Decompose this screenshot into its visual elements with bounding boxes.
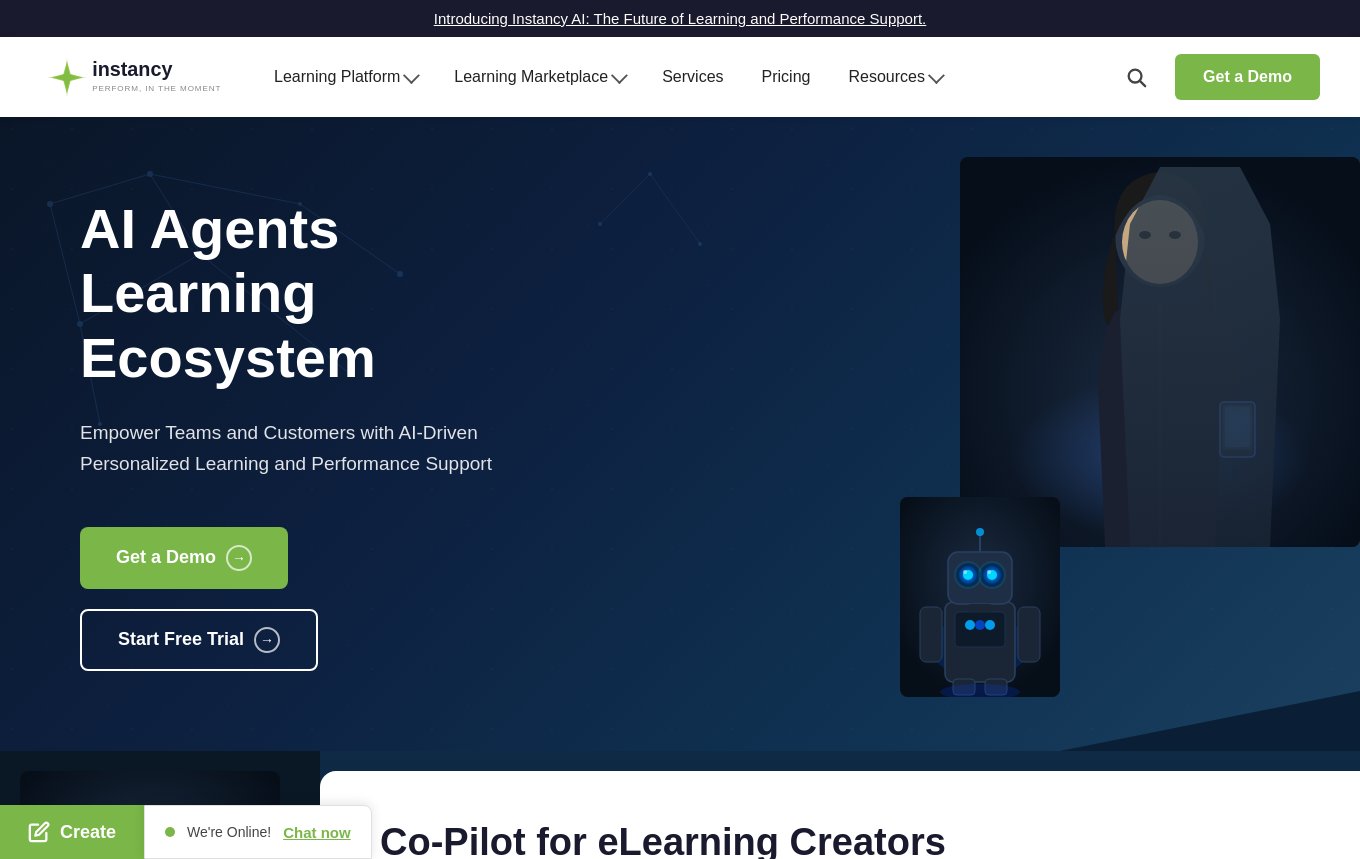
chevron-down-icon bbox=[403, 67, 420, 84]
hero-section: AI Agents Learning Ecosystem Empower Tea… bbox=[0, 117, 1360, 751]
hero-title: AI Agents Learning Ecosystem bbox=[80, 197, 540, 390]
search-button[interactable] bbox=[1117, 58, 1155, 96]
svg-point-37 bbox=[1218, 402, 1258, 452]
chat-bubble: We're Online! Chat now bbox=[144, 805, 372, 859]
bottom-right-panel: Co-Pilot for eLearning Creators Harness … bbox=[320, 771, 1360, 859]
chat-create-button[interactable]: Create bbox=[0, 805, 144, 859]
svg-marker-2 bbox=[47, 57, 87, 97]
get-demo-nav-button[interactable]: Get a Demo bbox=[1175, 54, 1320, 100]
copilot-section: Co-Pilot for eLearning Creators Harness … bbox=[380, 821, 1300, 859]
svg-text:PERFORM, IN THE MOMENT: PERFORM, IN THE MOMENT bbox=[92, 84, 220, 93]
arrow-right-icon: → bbox=[254, 627, 280, 653]
arrow-right-icon: → bbox=[226, 545, 252, 571]
nav-item-pricing[interactable]: Pricing bbox=[748, 60, 825, 94]
svg-point-54 bbox=[954, 561, 982, 589]
nav-item-learning-platform[interactable]: Learning Platform bbox=[260, 60, 430, 94]
svg-rect-35 bbox=[1223, 405, 1252, 450]
svg-rect-34 bbox=[1220, 402, 1255, 457]
svg-rect-28 bbox=[960, 157, 1360, 547]
hero-diagonal-decoration bbox=[1060, 691, 1360, 751]
nav-item-services[interactable]: Services bbox=[648, 60, 737, 94]
nav-item-resources[interactable]: Resources bbox=[834, 60, 954, 94]
svg-point-33 bbox=[1169, 231, 1181, 239]
svg-point-32 bbox=[1139, 231, 1151, 239]
hero-woman-image bbox=[960, 157, 1360, 547]
hero-content: AI Agents Learning Ecosystem Empower Tea… bbox=[0, 117, 620, 751]
announcement-bar: Introducing Instancy AI: The Future of L… bbox=[0, 0, 1360, 37]
nav-item-learning-marketplace[interactable]: Learning Marketplace bbox=[440, 60, 638, 94]
nav-links: Learning Platform Learning Marketplace S… bbox=[260, 60, 1117, 94]
hero-buttons: Get a Demo → Start Free Trial → bbox=[80, 527, 540, 671]
hero-start-trial-button[interactable]: Start Free Trial → bbox=[80, 609, 318, 671]
logo[interactable]: instancy PERFORM, IN THE MOMENT bbox=[40, 50, 220, 105]
svg-point-42 bbox=[965, 620, 975, 630]
svg-point-44 bbox=[985, 620, 995, 630]
hero-images bbox=[900, 157, 1360, 697]
navbar: instancy PERFORM, IN THE MOMENT Learning… bbox=[0, 37, 1360, 117]
svg-rect-56 bbox=[968, 604, 992, 612]
svg-point-55 bbox=[978, 561, 1006, 589]
svg-text:instancy: instancy bbox=[92, 57, 172, 79]
svg-rect-59 bbox=[920, 607, 942, 662]
chat-widget: Create We're Online! Chat now bbox=[0, 805, 372, 859]
search-icon bbox=[1125, 66, 1147, 88]
hero-robot-image bbox=[900, 497, 1060, 697]
svg-point-43 bbox=[975, 620, 985, 630]
svg-point-31 bbox=[1122, 200, 1198, 284]
chat-now-button[interactable]: Chat now bbox=[283, 824, 351, 841]
chevron-down-icon bbox=[928, 67, 945, 84]
nav-actions: Get a Demo bbox=[1117, 54, 1320, 100]
online-indicator bbox=[165, 827, 175, 837]
svg-line-6 bbox=[1140, 81, 1145, 86]
svg-rect-36 bbox=[1225, 407, 1250, 447]
announcement-link[interactable]: Introducing Instancy AI: The Future of L… bbox=[434, 10, 927, 27]
svg-rect-60 bbox=[1018, 607, 1040, 662]
edit-icon bbox=[28, 821, 50, 843]
online-label: We're Online! bbox=[187, 824, 271, 840]
chevron-down-icon bbox=[611, 67, 628, 84]
svg-point-58 bbox=[976, 528, 984, 536]
hero-get-demo-button[interactable]: Get a Demo → bbox=[80, 527, 288, 589]
hero-subtitle: Empower Teams and Customers with AI-Driv… bbox=[80, 418, 540, 479]
copilot-title: Co-Pilot for eLearning Creators bbox=[380, 821, 1300, 859]
